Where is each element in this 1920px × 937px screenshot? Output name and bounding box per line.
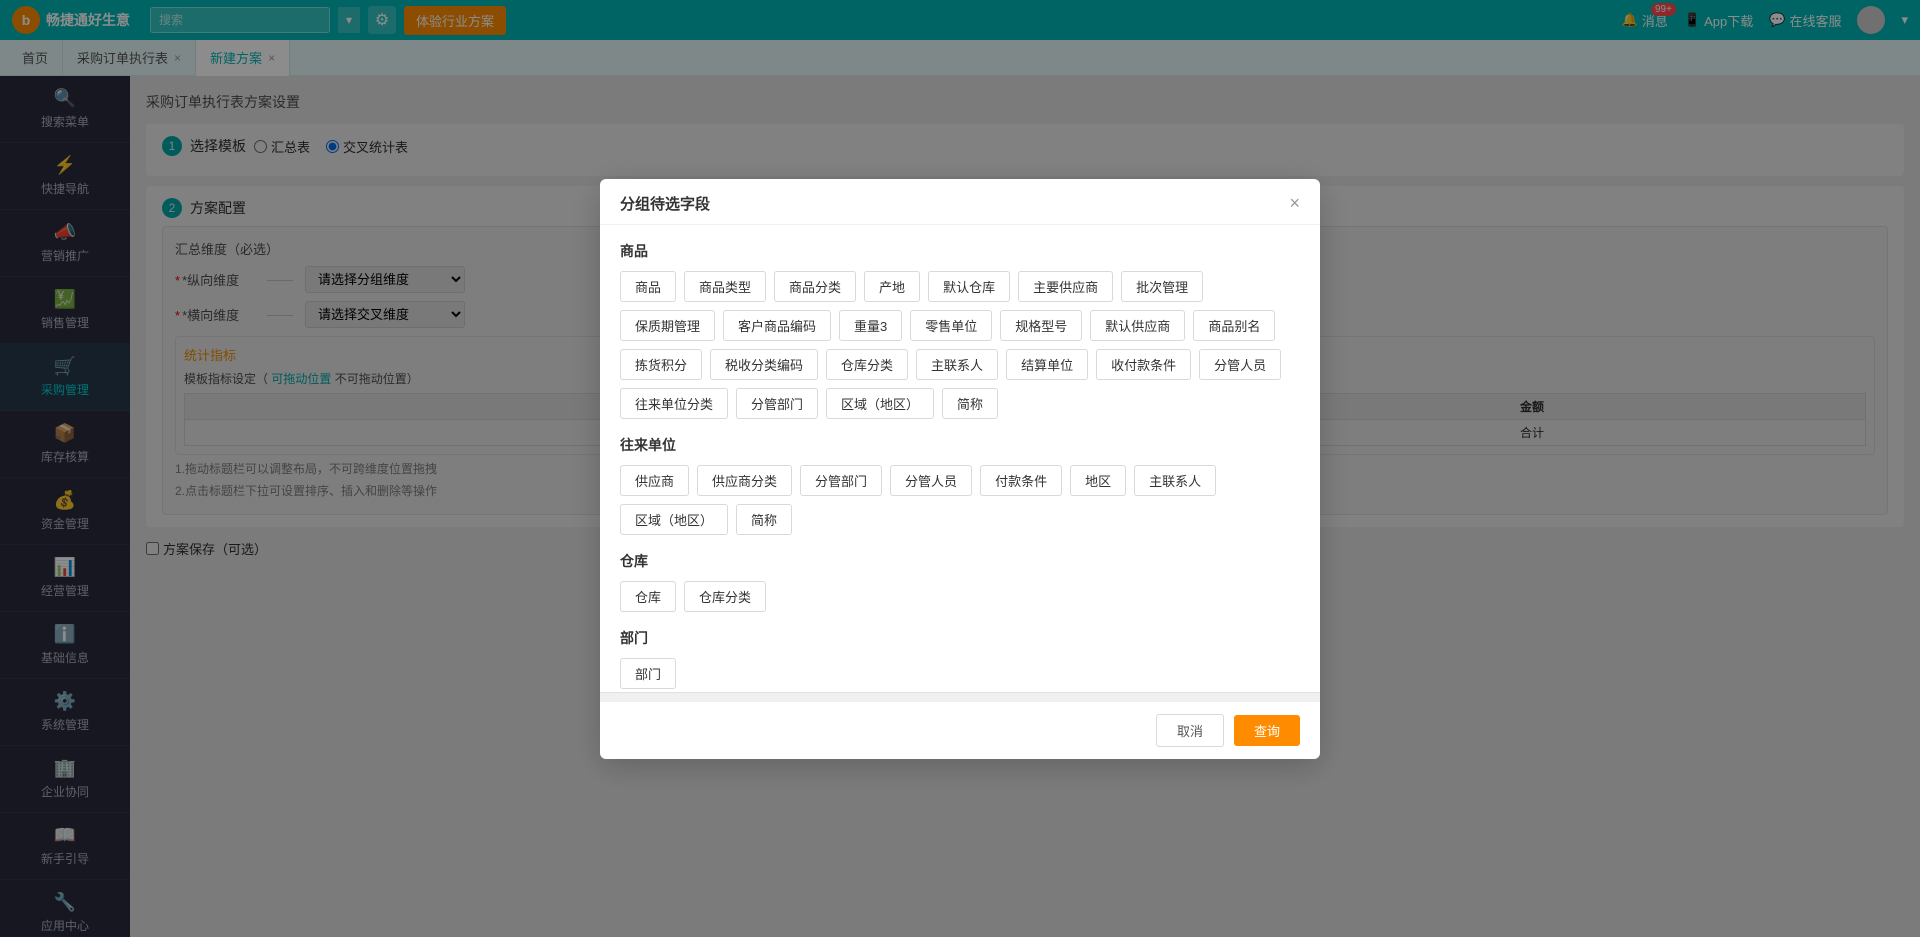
section-goods-title: 商品 [620, 241, 1300, 261]
field-selection-modal: 分组待选字段 × 商品 商品 商品类型 商品分类 产地 默认仓库 主要供应商 批… [600, 179, 1320, 759]
field-tag-batch-mgmt[interactable]: 批次管理 [1121, 271, 1203, 302]
section-goods: 商品 商品 商品类型 商品分类 产地 默认仓库 主要供应商 批次管理 保质期管理… [620, 241, 1300, 419]
field-tag-charge-person[interactable]: 分管人员 [1199, 349, 1281, 380]
section-goods-tags: 商品 商品类型 商品分类 产地 默认仓库 主要供应商 批次管理 保质期管理 客户… [620, 271, 1300, 419]
modal-confirm-btn[interactable]: 查询 [1234, 715, 1300, 746]
field-tag-settlement-unit[interactable]: 结算单位 [1006, 349, 1088, 380]
field-tag-retail-unit[interactable]: 零售单位 [910, 310, 992, 341]
field-tag-abbr[interactable]: 简称 [942, 388, 998, 419]
field-tag-warehouse-cat[interactable]: 仓库分类 [684, 581, 766, 612]
field-tag-payment-terms[interactable]: 收付款条件 [1096, 349, 1191, 380]
field-tag-warehouse-category[interactable]: 仓库分类 [826, 349, 908, 380]
section-dept-tags: 部门 [620, 658, 1300, 689]
section-partner-title: 往来单位 [620, 435, 1300, 455]
section-partner-tags: 供应商 供应商分类 分管部门 分管人员 付款条件 地区 主联系人 区域（地区） … [620, 465, 1300, 535]
modal-header: 分组待选字段 × [600, 179, 1320, 225]
field-tag-default-warehouse[interactable]: 默认仓库 [928, 271, 1010, 302]
field-tag-weight3[interactable]: 重量3 [839, 310, 902, 341]
field-tag-customer-code[interactable]: 客户商品编码 [723, 310, 831, 341]
section-partner: 往来单位 供应商 供应商分类 分管部门 分管人员 付款条件 地区 主联系人 区域… [620, 435, 1300, 535]
field-tag-pick-points[interactable]: 拣货积分 [620, 349, 702, 380]
modal-cancel-btn[interactable]: 取消 [1156, 714, 1224, 747]
field-tag-partner-category[interactable]: 往来单位分类 [620, 388, 728, 419]
field-tag-main-contact[interactable]: 主联系人 [916, 349, 998, 380]
modal-title: 分组待选字段 [620, 193, 710, 214]
section-dept-title: 部门 [620, 628, 1300, 648]
modal-close-btn[interactable]: × [1289, 194, 1300, 212]
field-tag-supplier[interactable]: 供应商 [620, 465, 689, 496]
section-warehouse-title: 仓库 [620, 551, 1300, 571]
field-tag-partner-charge-person[interactable]: 分管人员 [890, 465, 972, 496]
field-tag-goods[interactable]: 商品 [620, 271, 676, 302]
modal-hscroll[interactable] [600, 692, 1320, 700]
section-dept: 部门 部门 [620, 628, 1300, 689]
field-tag-default-supplier[interactable]: 默认供应商 [1090, 310, 1185, 341]
field-tag-tax-code[interactable]: 税收分类编码 [710, 349, 818, 380]
field-tag-spec-model[interactable]: 规格型号 [1000, 310, 1082, 341]
modal-footer: 取消 查询 [600, 701, 1320, 759]
field-tag-supplier-category[interactable]: 供应商分类 [697, 465, 792, 496]
field-tag-warehouse[interactable]: 仓库 [620, 581, 676, 612]
field-tag-charge-dept[interactable]: 分管部门 [736, 388, 818, 419]
modal-overlay: 分组待选字段 × 商品 商品 商品类型 商品分类 产地 默认仓库 主要供应商 批… [0, 0, 1920, 937]
field-tag-quality-mgmt[interactable]: 保质期管理 [620, 310, 715, 341]
modal-body: 商品 商品 商品类型 商品分类 产地 默认仓库 主要供应商 批次管理 保质期管理… [600, 225, 1320, 693]
field-tag-partner-charge-dept[interactable]: 分管部门 [800, 465, 882, 496]
field-tag-main-supplier[interactable]: 主要供应商 [1018, 271, 1113, 302]
field-tag-partner-contact[interactable]: 主联系人 [1134, 465, 1216, 496]
field-tag-partner-abbr[interactable]: 简称 [736, 504, 792, 535]
field-tag-region[interactable]: 区域（地区） [826, 388, 934, 419]
field-tag-goods-category[interactable]: 商品分类 [774, 271, 856, 302]
field-tag-goods-type[interactable]: 商品类型 [684, 271, 766, 302]
section-warehouse-tags: 仓库 仓库分类 [620, 581, 1300, 612]
section-warehouse: 仓库 仓库 仓库分类 [620, 551, 1300, 612]
field-tag-dept[interactable]: 部门 [620, 658, 676, 689]
field-tag-partner-payment[interactable]: 付款条件 [980, 465, 1062, 496]
field-tag-partner-area[interactable]: 区域（地区） [620, 504, 728, 535]
field-tag-partner-region[interactable]: 地区 [1070, 465, 1126, 496]
field-tag-goods-alias[interactable]: 商品别名 [1193, 310, 1275, 341]
field-tag-origin[interactable]: 产地 [864, 271, 920, 302]
